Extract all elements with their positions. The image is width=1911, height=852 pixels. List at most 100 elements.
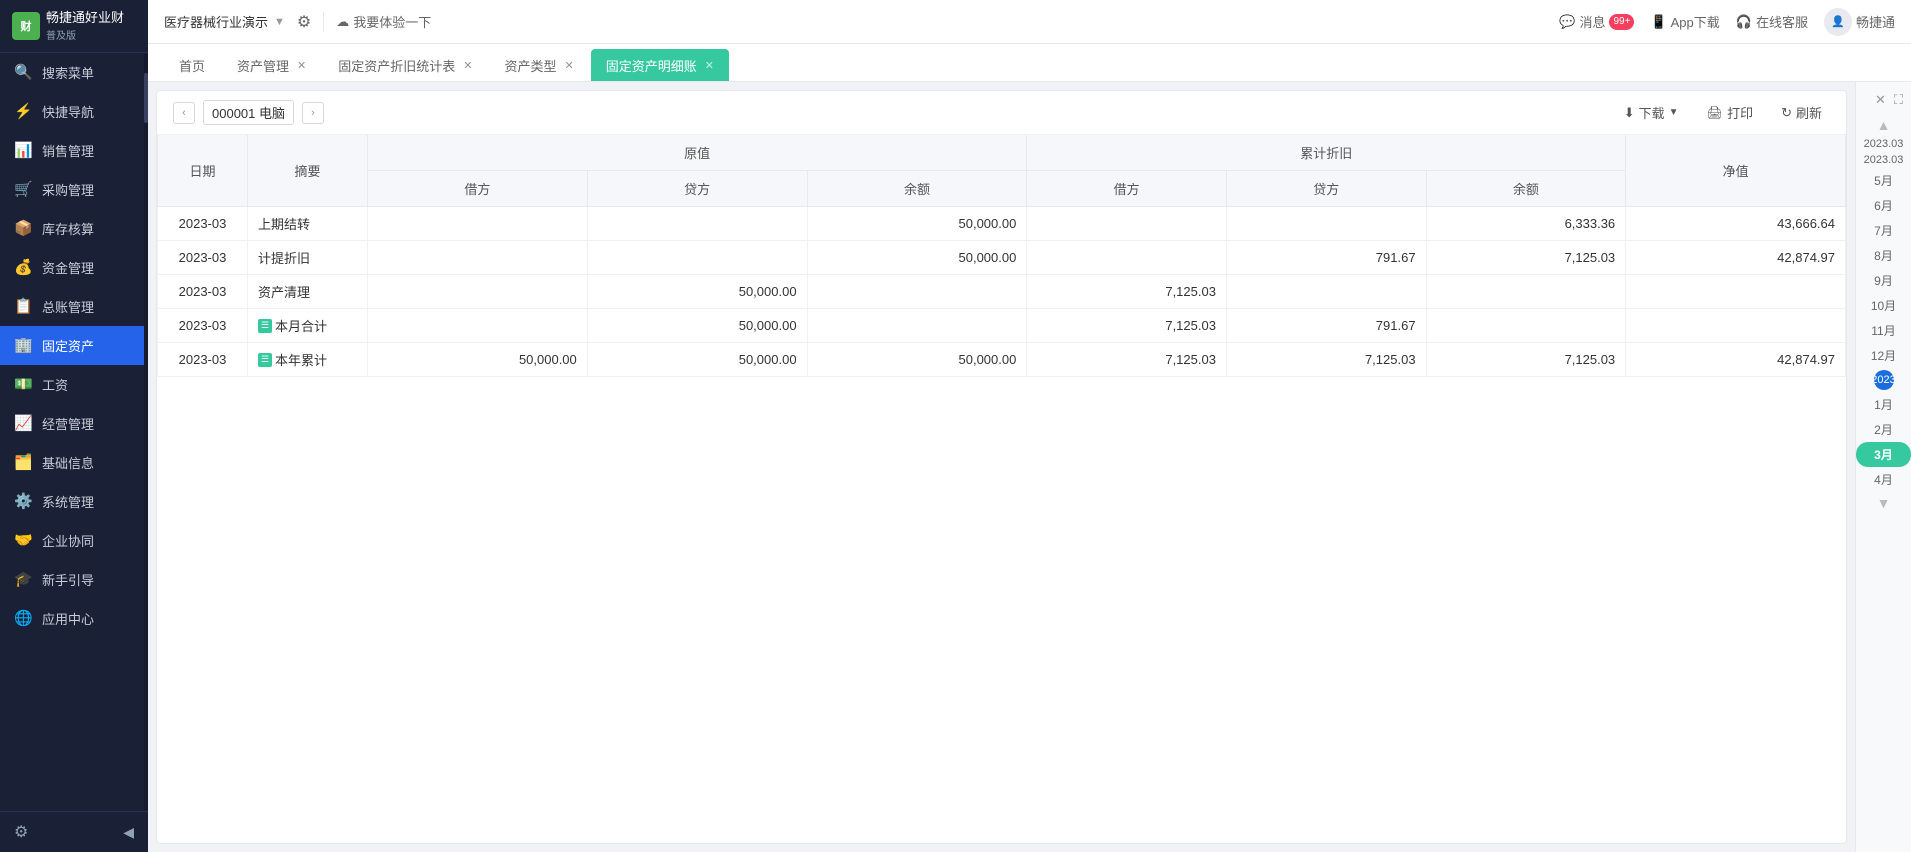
sidebar-label-operation: 经营管理 (42, 414, 94, 433)
sidebar-label-ledger: 总账管理 (42, 297, 94, 316)
tab-assets-mgmt-close[interactable]: ✕ (297, 59, 306, 72)
tab-asset-type[interactable]: 资产类型 ✕ (489, 49, 588, 81)
experience-button[interactable]: ☁ 我要体验一下 (336, 12, 431, 31)
timeline-month-2[interactable]: 2月 (1856, 417, 1911, 442)
timeline-panel: ✕ ⛶ ▲ 2023.03 2023.03 5月 6月 7月 8月 9月 10月… (1855, 82, 1911, 852)
tab-depreciation-stat-label: 固定资产折旧统计表 (338, 56, 455, 75)
download-icon: ⬇ (1624, 105, 1635, 121)
timeline-month-4[interactable]: 4月 (1856, 467, 1911, 492)
header-accum-balance: 余额 (1426, 171, 1626, 207)
experience-label: 我要体验一下 (353, 12, 431, 31)
sidebar-nav: 🔍 搜索菜单 ⚡ 快捷导航 📊 销售管理 🛒 采购管理 📦 库存核算 💰 (0, 53, 148, 811)
message-button[interactable]: 💬 消息 99+ (1559, 12, 1634, 31)
timeline-year-header-2: 2023.03 (1864, 154, 1904, 166)
sidebar-item-inventory[interactable]: 📦 库存核算 (0, 209, 148, 248)
tab-home-label: 首页 (179, 56, 205, 75)
tag-icon: ☰ (258, 353, 272, 367)
sidebar: 财 畅捷通好业财 普及版 🔍 搜索菜单 ⚡ 快捷导航 📊 销售管理 🛒 采购管理 (0, 0, 148, 852)
inventory-icon: 📦 (14, 219, 32, 237)
next-asset-button[interactable]: › (302, 102, 324, 124)
tab-asset-detail[interactable]: 固定资产明细账 ✕ (591, 49, 729, 81)
tab-assets-mgmt[interactable]: 资产管理 ✕ (222, 49, 321, 81)
timeline-month-10[interactable]: 10月 (1856, 293, 1911, 318)
basic-icon: 🗂️ (14, 453, 32, 471)
sidebar-logo: 财 畅捷通好业财 普及版 (0, 0, 148, 53)
timeline-month-9[interactable]: 9月 (1856, 268, 1911, 293)
system-icon: ⚙️ (14, 492, 32, 510)
timeline-down-arrow[interactable]: ▼ (1874, 492, 1894, 514)
sidebar-label-guide: 新手引导 (42, 570, 94, 589)
timeline-month-5[interactable]: 5月 (1856, 168, 1911, 193)
tab-asset-detail-close[interactable]: ✕ (705, 59, 714, 72)
company-dropdown-arrow: ▼ (274, 16, 285, 28)
refresh-button[interactable]: ↻ 刷新 (1773, 99, 1830, 126)
sidebar-label-collab: 企业协同 (42, 531, 94, 550)
tab-depreciation-stat-close[interactable]: ✕ (463, 59, 472, 72)
print-button[interactable]: 🖨 打印 (1699, 99, 1762, 126)
guide-icon: 🎓 (14, 570, 32, 588)
sidebar-settings-icon[interactable]: ⚙ (14, 822, 28, 842)
sidebar-bottom: ⚙ ◀ (0, 811, 148, 852)
tabbar: 首页 资产管理 ✕ 固定资产折旧统计表 ✕ 资产类型 ✕ 固定资产明细账 ✕ (148, 44, 1911, 82)
tab-asset-type-label: 资产类型 (504, 56, 556, 75)
sidebar-item-system[interactable]: ⚙️ 系统管理 (0, 482, 148, 521)
download-button[interactable]: 📱 App下载 (1650, 12, 1719, 31)
tag-icon: ☰ (258, 319, 272, 333)
timeline-month-12[interactable]: 12月 (1856, 343, 1911, 368)
header-accum-group: 累计折旧 (1027, 135, 1626, 171)
timeline-month-7[interactable]: 7月 (1856, 218, 1911, 243)
table-row: 2023-03☰本年累计50,000.0050,000.0050,000.007… (158, 343, 1846, 377)
timeline-month-11[interactable]: 11月 (1856, 318, 1911, 343)
prev-asset-button[interactable]: ‹ (173, 102, 195, 124)
main-area: 医疗器械行业演示 ▼ ⚙ ☁ 我要体验一下 💬 消息 99+ 📱 App下载 🎧… (148, 0, 1911, 852)
timeline-header: ✕ ⛶ (1856, 86, 1911, 114)
sidebar-item-operation[interactable]: 📈 经营管理 (0, 404, 148, 443)
tab-depreciation-stat[interactable]: 固定资产折旧统计表 ✕ (323, 49, 487, 81)
timeline-close-button[interactable]: ✕ (1873, 90, 1888, 110)
sidebar-item-sales[interactable]: 📊 销售管理 (0, 131, 148, 170)
company-selector[interactable]: 医疗器械行业演示 ▼ (164, 12, 285, 31)
timeline-month-8[interactable]: 8月 (1856, 243, 1911, 268)
download-icon: 📱 (1650, 14, 1666, 30)
sidebar-item-purchase[interactable]: 🛒 采购管理 (0, 170, 148, 209)
sidebar-item-appstore[interactable]: 🌐 应用中心 (0, 599, 148, 638)
sidebar-item-ledger[interactable]: 📋 总账管理 (0, 287, 148, 326)
main-panel: ‹ 000001 电脑 › ⬇ 下载 ▼ 🖨 打印 ↻ 刷新 (156, 90, 1847, 844)
assets-icon: 🏢 (14, 336, 32, 354)
header-original-debit: 借方 (368, 171, 588, 207)
table-row: 2023-03上期结转50,000.006,333.3643,666.64 (158, 207, 1846, 241)
sidebar-item-basic[interactable]: 🗂️ 基础信息 (0, 443, 148, 482)
ledger-icon: 📋 (14, 297, 32, 315)
header-accum-credit: 贷方 (1226, 171, 1426, 207)
panel-toolbar: ‹ 000001 电脑 › ⬇ 下载 ▼ 🖨 打印 ↻ 刷新 (157, 91, 1846, 135)
timeline-up-arrow[interactable]: ▲ (1874, 114, 1894, 136)
timeline-year-2023[interactable]: 2023 (1874, 370, 1894, 390)
sidebar-item-funds[interactable]: 💰 资金管理 (0, 248, 148, 287)
sidebar-label-salary: 工资 (42, 375, 68, 394)
service-button[interactable]: 🎧 在线客服 (1736, 12, 1808, 31)
sidebar-item-quicknav[interactable]: ⚡ 快捷导航 (0, 92, 148, 131)
sidebar-item-salary[interactable]: 💵 工资 (0, 365, 148, 404)
asset-code-tag: 000001 电脑 (203, 100, 294, 125)
sidebar-collapse-icon[interactable]: ◀ (123, 824, 134, 841)
topbar-right: 💬 消息 99+ 📱 App下载 🎧 在线客服 👤 畅捷通 (1559, 8, 1895, 36)
timeline-month-1[interactable]: 1月 (1856, 392, 1911, 417)
topbar-settings-icon[interactable]: ⚙ (297, 12, 311, 32)
download-button[interactable]: ⬇ 下载 ▼ (1616, 99, 1687, 126)
sidebar-label-inventory: 库存核算 (42, 219, 94, 238)
timeline-month-6[interactable]: 6月 (1856, 193, 1911, 218)
download-arrow: ▼ (1669, 107, 1679, 118)
sidebar-item-collab[interactable]: 🤝 企业协同 (0, 521, 148, 560)
sidebar-label-funds: 资金管理 (42, 258, 94, 277)
timeline-month-3-active[interactable]: 3月 (1856, 442, 1911, 467)
timeline-expand-button[interactable]: ⛶ (1892, 90, 1905, 110)
user-profile[interactable]: 👤 畅捷通 (1824, 8, 1895, 36)
username-label: 畅捷通 (1856, 12, 1895, 31)
timeline-year-header-1: 2023.03 (1864, 138, 1904, 150)
tab-asset-type-close[interactable]: ✕ (565, 59, 574, 72)
sidebar-item-guide[interactable]: 🎓 新手引导 (0, 560, 148, 599)
sidebar-label-quicknav: 快捷导航 (42, 102, 94, 121)
sidebar-item-search[interactable]: 🔍 搜索菜单 (0, 53, 148, 92)
tab-home[interactable]: 首页 (164, 49, 220, 81)
sidebar-item-assets[interactable]: 🏢 固定资产 (0, 326, 148, 365)
